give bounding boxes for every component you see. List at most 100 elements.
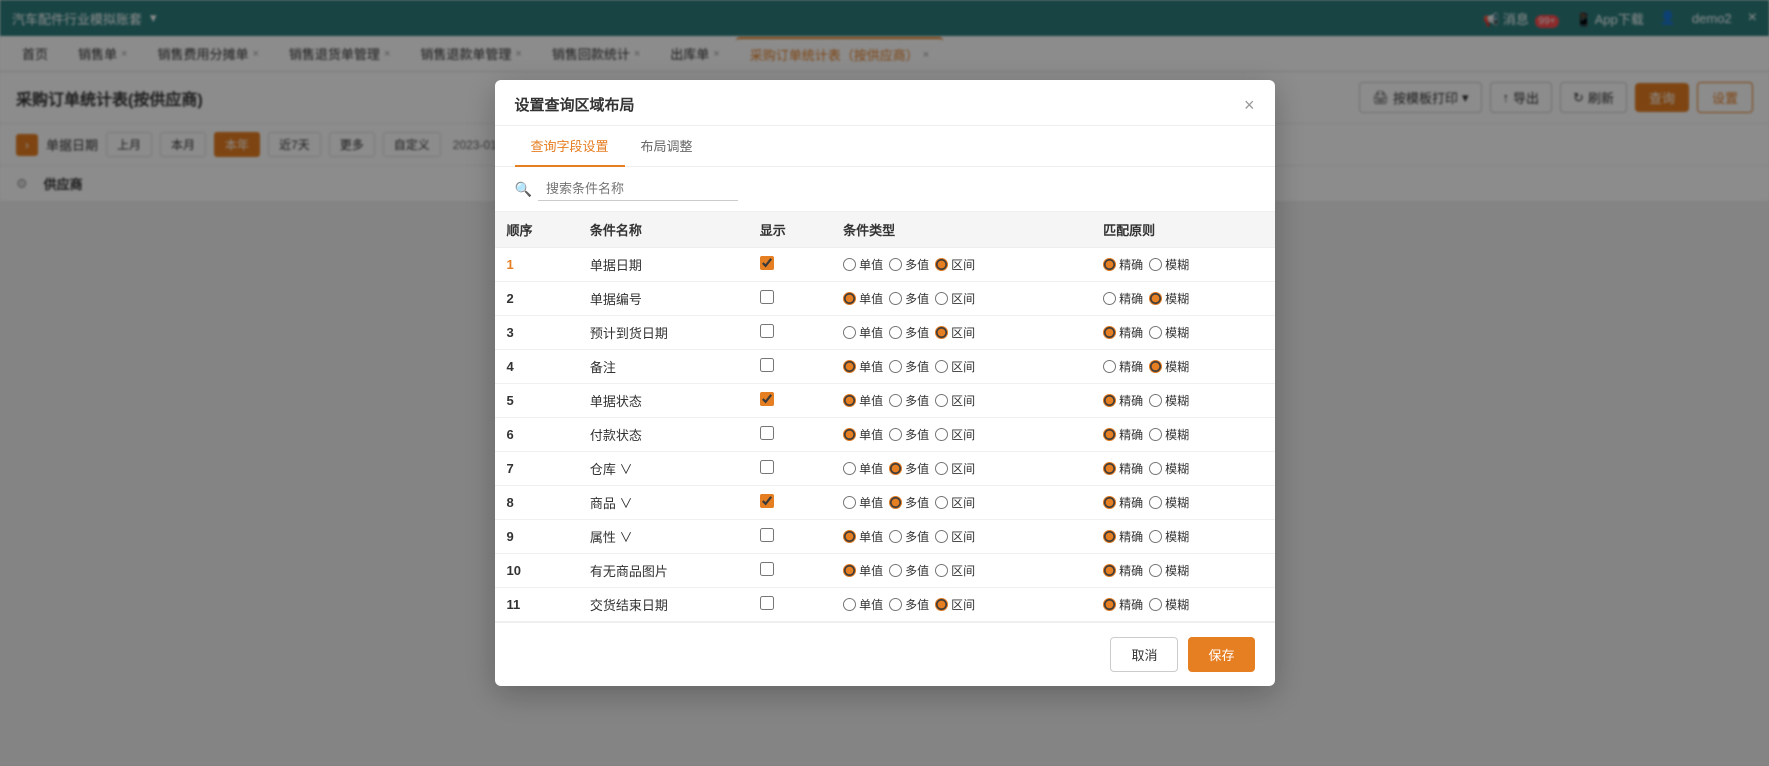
display-checkbox[interactable] — [760, 290, 774, 304]
row-name: 单据状态 — [578, 384, 748, 418]
type-option[interactable]: 区间 — [935, 290, 975, 307]
type-option[interactable]: 区间 — [935, 562, 975, 579]
type-option[interactable]: 单值 — [843, 392, 883, 409]
row-order: 11 — [495, 588, 578, 622]
modal-tab-layout[interactable]: 布局调整 — [625, 126, 709, 167]
type-option[interactable]: 单值 — [843, 562, 883, 579]
type-option[interactable]: 多值 — [889, 528, 929, 545]
match-option[interactable]: 模糊 — [1149, 596, 1189, 613]
match-option[interactable]: 精确 — [1103, 392, 1143, 409]
display-checkbox[interactable] — [760, 494, 774, 508]
match-option[interactable]: 精确 — [1103, 426, 1143, 443]
type-option[interactable]: 多值 — [889, 358, 929, 375]
type-option[interactable]: 区间 — [935, 460, 975, 477]
match-option[interactable]: 模糊 — [1149, 290, 1189, 307]
row-type-cell: 单值多值区间 — [831, 248, 1091, 282]
match-option[interactable]: 精确 — [1103, 256, 1143, 273]
match-option[interactable]: 模糊 — [1149, 392, 1189, 409]
table-row: 1单据日期单值多值区间精确模糊 — [495, 248, 1275, 282]
row-match-cell: 精确模糊 — [1091, 350, 1274, 384]
type-option[interactable]: 多值 — [889, 460, 929, 477]
type-option[interactable]: 区间 — [935, 528, 975, 545]
row-match-cell: 精确模糊 — [1091, 452, 1274, 486]
modal-title: 设置查询区域布局 — [515, 94, 635, 115]
modal-overlay: 设置查询区域布局 × 查询字段设置 布局调整 🔍 顺序 条件名称 显示 条件类型 — [0, 0, 1769, 766]
match-option[interactable]: 模糊 — [1149, 562, 1189, 579]
match-option[interactable]: 精确 — [1103, 494, 1143, 511]
row-match-cell: 精确模糊 — [1091, 316, 1274, 350]
display-checkbox[interactable] — [760, 426, 774, 440]
table-row: 8商品 ∨单值多值区间精确模糊 — [495, 486, 1275, 520]
modal-tabs: 查询字段设置 布局调整 — [495, 126, 1275, 167]
type-option[interactable]: 区间 — [935, 426, 975, 443]
type-option[interactable]: 多值 — [889, 562, 929, 579]
type-option[interactable]: 单值 — [843, 324, 883, 341]
type-option[interactable]: 单值 — [843, 290, 883, 307]
match-option[interactable]: 精确 — [1103, 528, 1143, 545]
type-option[interactable]: 单值 — [843, 528, 883, 545]
table-row: 3预计到货日期 单值多值区间 精确模糊 — [495, 316, 1275, 350]
match-option[interactable]: 精确 — [1103, 460, 1143, 477]
match-option[interactable]: 精确 — [1103, 596, 1143, 613]
row-order: 3 — [495, 316, 578, 350]
match-option[interactable]: 模糊 — [1149, 324, 1189, 341]
display-checkbox[interactable] — [760, 562, 774, 576]
type-option[interactable]: 区间 — [935, 324, 975, 341]
type-option[interactable]: 多值 — [889, 596, 929, 613]
type-option[interactable]: 单值 — [843, 596, 883, 613]
type-option[interactable]: 区间 — [935, 392, 975, 409]
modal-search-area: 🔍 — [495, 167, 1275, 212]
type-option[interactable]: 区间 — [935, 596, 975, 613]
match-option[interactable]: 模糊 — [1149, 494, 1189, 511]
match-option[interactable]: 模糊 — [1149, 528, 1189, 545]
table-row: 4备注单值多值区间精确模糊 — [495, 350, 1275, 384]
search-input[interactable] — [538, 177, 738, 201]
match-option[interactable]: 模糊 — [1149, 358, 1189, 375]
match-option[interactable]: 模糊 — [1149, 460, 1189, 477]
match-option[interactable]: 精确 — [1103, 562, 1143, 579]
row-name: 预计到货日期 — [578, 316, 748, 350]
row-display-checkbox-cell — [748, 554, 831, 588]
row-name: 属性 ∨ — [578, 520, 748, 554]
col-order: 顺序 — [495, 212, 578, 248]
type-option[interactable]: 多值 — [889, 290, 929, 307]
table-row: 5单据状态单值多值区间精确模糊 — [495, 384, 1275, 418]
row-order: 5 — [495, 384, 578, 418]
type-option[interactable]: 多值 — [889, 324, 929, 341]
display-checkbox[interactable] — [760, 256, 774, 270]
type-option[interactable]: 单值 — [843, 460, 883, 477]
row-type-cell: 单值多值区间 — [831, 486, 1091, 520]
display-checkbox[interactable] — [760, 324, 774, 338]
match-option[interactable]: 模糊 — [1149, 426, 1189, 443]
table-row: 6付款状态单值多值区间精确模糊 — [495, 418, 1275, 452]
type-option[interactable]: 多值 — [889, 392, 929, 409]
match-option[interactable]: 精确 — [1103, 290, 1143, 307]
display-checkbox[interactable] — [760, 596, 774, 610]
match-option[interactable]: 模糊 — [1149, 256, 1189, 273]
type-option[interactable]: 单值 — [843, 358, 883, 375]
display-checkbox[interactable] — [760, 358, 774, 372]
type-option[interactable]: 多值 — [889, 426, 929, 443]
type-option[interactable]: 区间 — [935, 256, 975, 273]
type-option[interactable]: 单值 — [843, 494, 883, 511]
type-option[interactable]: 多值 — [889, 256, 929, 273]
type-option[interactable]: 多值 — [889, 494, 929, 511]
type-option[interactable]: 区间 — [935, 494, 975, 511]
row-type-cell: 单值多值区间 — [831, 384, 1091, 418]
modal-tab-query[interactable]: 查询字段设置 — [515, 126, 625, 167]
modal-close-btn[interactable]: × — [1244, 96, 1255, 114]
type-option[interactable]: 区间 — [935, 358, 975, 375]
table-row: 10有无商品图片单值多值区间精确模糊 — [495, 554, 1275, 588]
row-type-cell: 单值多值区间 — [831, 520, 1091, 554]
cancel-btn[interactable]: 取消 — [1110, 637, 1178, 672]
display-checkbox[interactable] — [760, 392, 774, 406]
display-checkbox[interactable] — [760, 528, 774, 542]
type-option[interactable]: 单值 — [843, 426, 883, 443]
display-checkbox[interactable] — [760, 460, 774, 474]
row-type-cell: 单值多值区间 — [831, 418, 1091, 452]
match-option[interactable]: 精确 — [1103, 358, 1143, 375]
match-option[interactable]: 精确 — [1103, 324, 1143, 341]
row-match-cell: 精确模糊 — [1091, 248, 1274, 282]
save-btn[interactable]: 保存 — [1188, 637, 1254, 672]
type-option[interactable]: 单值 — [843, 256, 883, 273]
